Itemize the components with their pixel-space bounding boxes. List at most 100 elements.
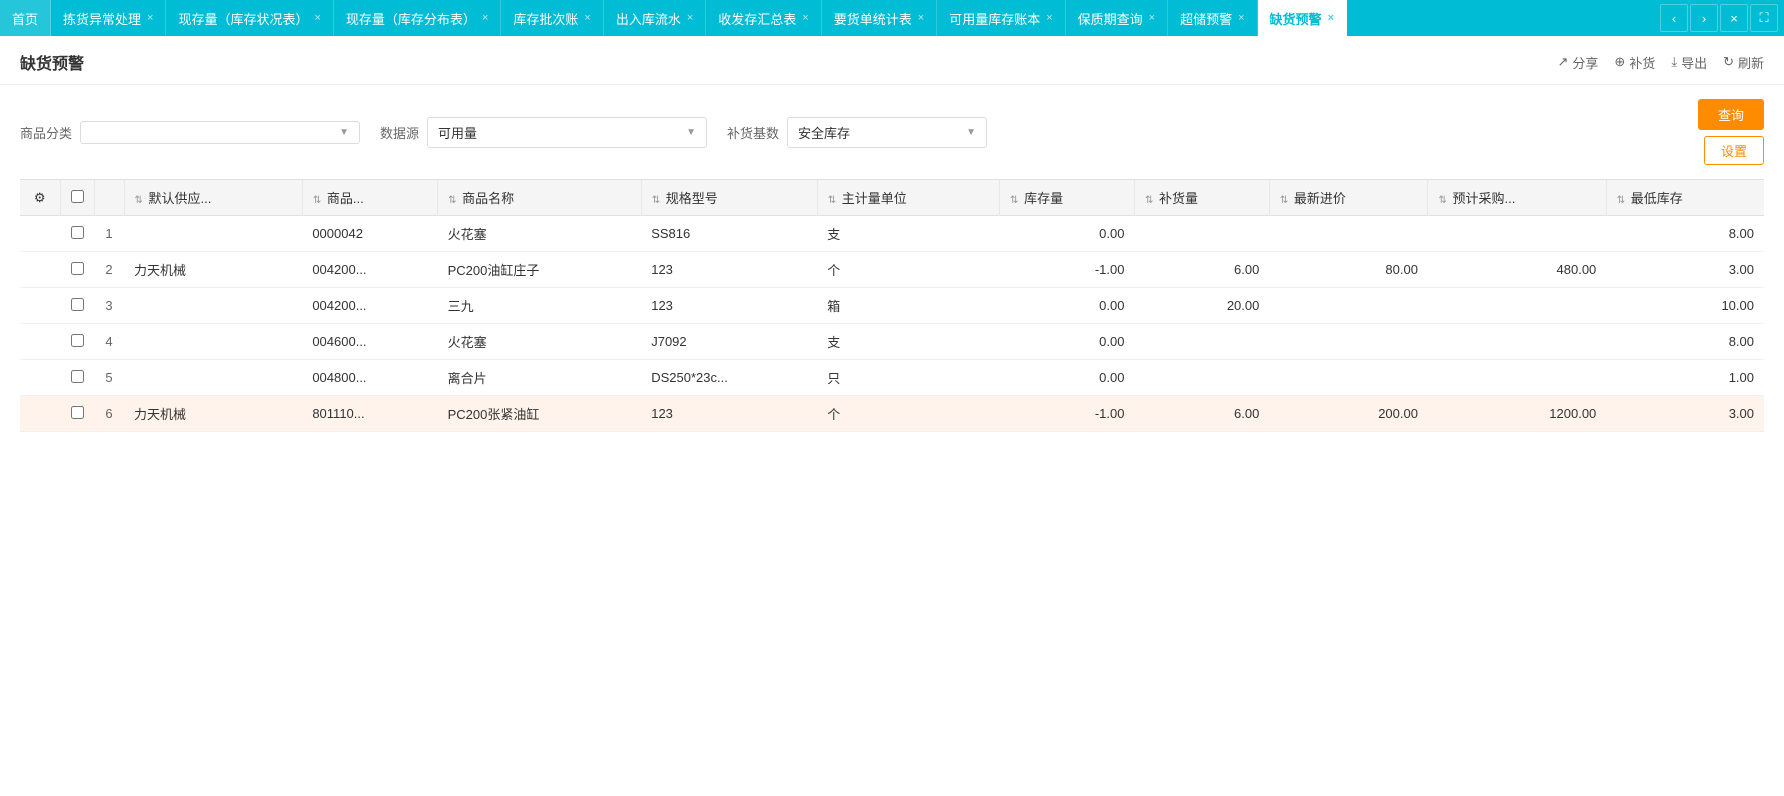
nav-tab-7[interactable]: 要货单统计表 ×: [822, 0, 937, 36]
th-est-purchase[interactable]: ⇅ 预计采购...: [1428, 180, 1606, 216]
export-label: 导出: [1681, 53, 1707, 72]
row-replenish: [1134, 360, 1269, 396]
th-product-code-label: 商品...: [327, 191, 364, 206]
nav-tab-home[interactable]: 首页: [0, 0, 51, 36]
row-index: 5: [94, 360, 124, 396]
nav-tab-6[interactable]: 收发存汇总表 ×: [706, 0, 821, 36]
row-min-stock: 1.00: [1606, 360, 1764, 396]
nav-prev-button[interactable]: ‹: [1660, 4, 1688, 32]
th-supplier[interactable]: ⇅ 默认供应...: [124, 180, 302, 216]
query-button[interactable]: 查询: [1698, 99, 1764, 130]
row-min-stock: 8.00: [1606, 324, 1764, 360]
row-index: 2: [94, 252, 124, 288]
row-checkbox-cell[interactable]: [60, 360, 94, 396]
row-gear-cell: [20, 252, 60, 288]
filter-actions: 查询 设置: [1698, 99, 1764, 165]
nav-close-button[interactable]: ×: [1720, 4, 1748, 32]
nav-tab-3-label: 现存量（库存分布表）: [346, 9, 476, 28]
nav-tab-8-close[interactable]: ×: [1046, 12, 1052, 24]
row-gear-cell: [20, 216, 60, 252]
nav-tab-3[interactable]: 现存量（库存分布表） ×: [334, 0, 501, 36]
row-checkbox[interactable]: [71, 226, 84, 239]
nav-tab-11[interactable]: 缺货预警 ×: [1258, 0, 1347, 36]
datasource-filter: 数据源 可用量 ▼: [380, 117, 707, 148]
row-est-purchase: [1428, 216, 1606, 252]
nav-tab-11-label: 缺货预警: [1270, 9, 1322, 28]
nav-tab-1-close[interactable]: ×: [147, 12, 153, 24]
refresh-label: 刷新: [1738, 53, 1764, 72]
nav-tab-8[interactable]: 可用量库存账本 ×: [937, 0, 1065, 36]
nav-tab-3-close[interactable]: ×: [482, 12, 488, 24]
nav-tab-4[interactable]: 库存批次账 ×: [501, 0, 603, 36]
nav-tab-1[interactable]: 拣货异常处理 ×: [51, 0, 166, 36]
sort-replenish-icon: ⇅: [1145, 195, 1153, 206]
row-checkbox[interactable]: [71, 262, 84, 275]
nav-tab-11-close[interactable]: ×: [1328, 12, 1334, 24]
nav-tab-9-close[interactable]: ×: [1149, 12, 1155, 24]
row-product-name: 火花塞: [438, 216, 642, 252]
row-checkbox-cell[interactable]: [60, 288, 94, 324]
select-all-checkbox[interactable]: [71, 190, 84, 203]
nav-tab-5[interactable]: 出入库流水 ×: [604, 0, 706, 36]
nav-tab-2-label: 现存量（库存状况表）: [178, 9, 308, 28]
category-filter: 商品分类 ▼: [20, 121, 360, 144]
row-product-code: 801110...: [302, 396, 437, 432]
row-checkbox-cell[interactable]: [60, 324, 94, 360]
table-row: 4 004600... 火花塞 J7092 支 0.00 8.00: [20, 324, 1764, 360]
nav-tab-4-close[interactable]: ×: [584, 12, 590, 24]
row-supplier: [124, 324, 302, 360]
row-checkbox-cell[interactable]: [60, 216, 94, 252]
sort-spec-icon: ⇅: [652, 195, 660, 206]
nav-tab-2-close[interactable]: ×: [314, 12, 320, 24]
th-gear[interactable]: ⚙: [20, 180, 60, 216]
th-min-stock[interactable]: ⇅ 最低库存: [1606, 180, 1764, 216]
nav-tab-6-close[interactable]: ×: [802, 12, 808, 24]
sort-product-code-icon: ⇅: [313, 195, 321, 206]
row-checkbox[interactable]: [71, 298, 84, 311]
th-replenish[interactable]: ⇅ 补货量: [1134, 180, 1269, 216]
row-checkbox[interactable]: [71, 406, 84, 419]
nav-tab-10-close[interactable]: ×: [1238, 12, 1244, 24]
row-checkbox-cell[interactable]: [60, 396, 94, 432]
nav-tab-5-close[interactable]: ×: [687, 12, 693, 24]
refresh-button[interactable]: ↻ 刷新: [1723, 53, 1764, 72]
nav-tab-2[interactable]: 现存量（库存状况表） ×: [166, 0, 333, 36]
nav-tab-10[interactable]: 超储预警 ×: [1168, 0, 1257, 36]
row-unit: 个: [817, 252, 999, 288]
datasource-select[interactable]: 可用量 ▼: [427, 117, 707, 148]
export-icon: ⤓: [1671, 54, 1677, 70]
th-est-purchase-label: 预计采购...: [1452, 191, 1515, 206]
restock-button[interactable]: ⊕ 补货: [1614, 53, 1655, 72]
th-stock[interactable]: ⇅ 库存量: [1000, 180, 1135, 216]
nav-tab-7-close[interactable]: ×: [918, 12, 924, 24]
row-gear-cell: [20, 324, 60, 360]
nav-tab-9[interactable]: 保质期查询 ×: [1066, 0, 1168, 36]
row-gear-cell: [20, 288, 60, 324]
th-spec[interactable]: ⇅ 规格型号: [641, 180, 817, 216]
sort-min-stock-icon: ⇅: [1617, 195, 1625, 206]
th-latest-price[interactable]: ⇅ 最新进价: [1269, 180, 1428, 216]
row-spec: 123: [641, 288, 817, 324]
nav-next-button[interactable]: ›: [1690, 4, 1718, 32]
sort-product-name-icon: ⇅: [448, 195, 456, 206]
sort-supplier-icon: ⇅: [135, 195, 143, 206]
row-product-code: 004200...: [302, 288, 437, 324]
th-unit[interactable]: ⇅ 主计量单位: [817, 180, 999, 216]
share-button[interactable]: ↗ 分享: [1557, 53, 1598, 72]
th-product-code[interactable]: ⇅ 商品...: [302, 180, 437, 216]
replenishment-select[interactable]: 安全库存 ▼: [787, 117, 987, 148]
nav-maximize-button[interactable]: ⛶: [1750, 4, 1778, 32]
row-checkbox-cell[interactable]: [60, 252, 94, 288]
row-checkbox[interactable]: [71, 370, 84, 383]
row-checkbox[interactable]: [71, 334, 84, 347]
export-button[interactable]: ⤓ 导出: [1671, 53, 1707, 72]
row-supplier: [124, 360, 302, 396]
share-label: 分享: [1572, 53, 1598, 72]
main-content: 缺货预警 ↗ 分享 ⊕ 补货 ⤓ 导出 ↻ 刷新 商品分类: [0, 36, 1784, 796]
category-select[interactable]: ▼: [80, 121, 360, 144]
th-product-name[interactable]: ⇅ 商品名称: [438, 180, 642, 216]
nav-tab-5-label: 出入库流水: [616, 9, 681, 28]
row-replenish: 6.00: [1134, 396, 1269, 432]
row-latest-price: 200.00: [1269, 396, 1428, 432]
settings-button[interactable]: 设置: [1704, 136, 1764, 165]
